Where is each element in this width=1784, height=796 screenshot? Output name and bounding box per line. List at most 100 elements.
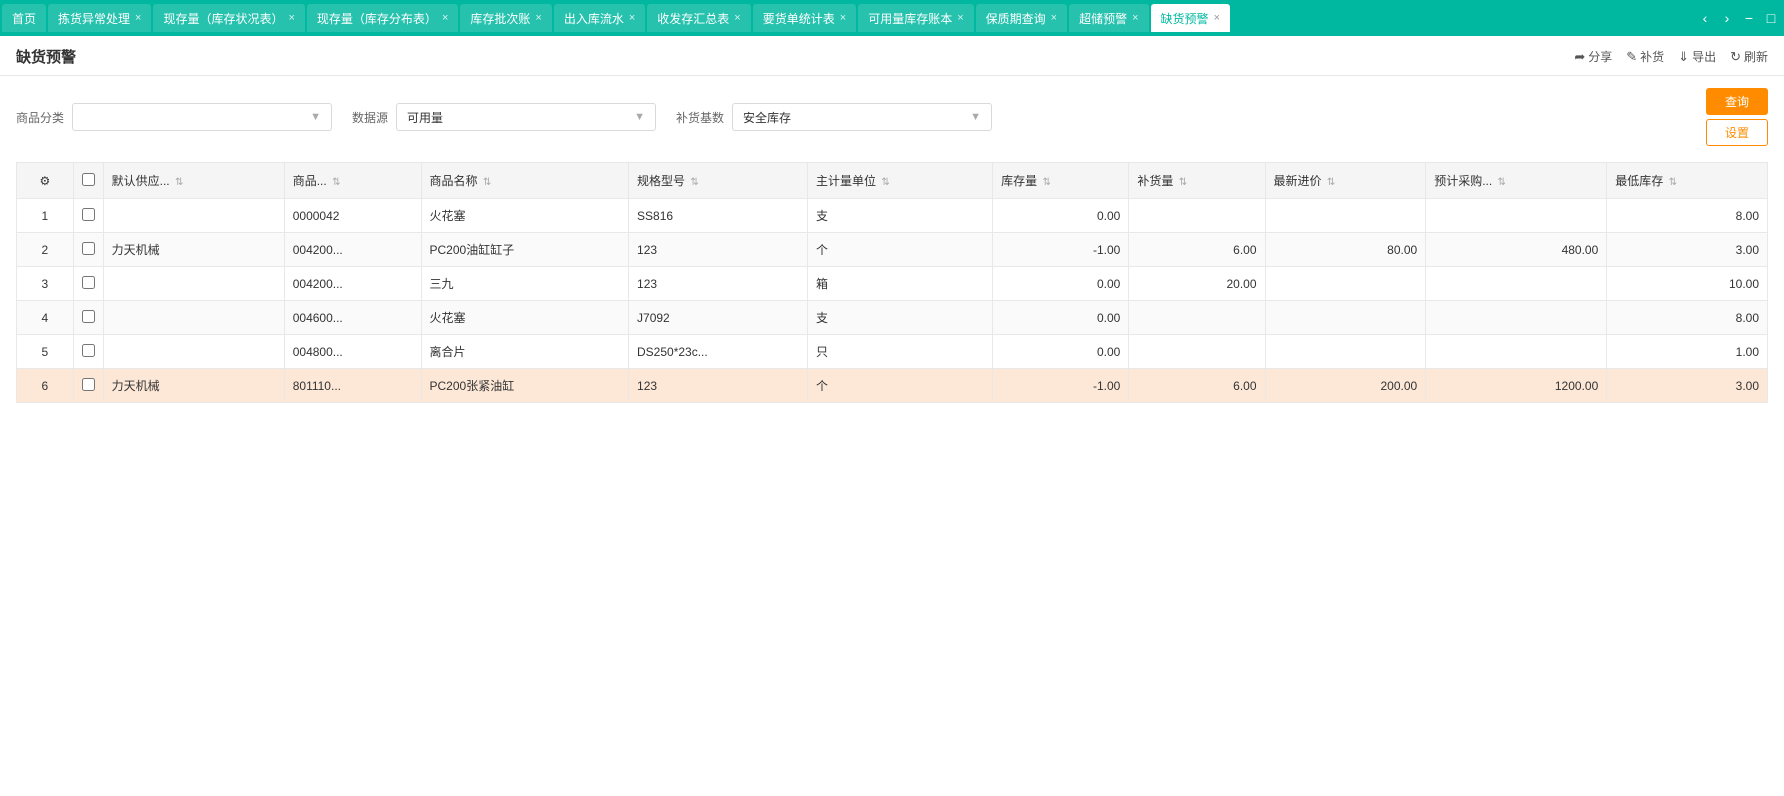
cell-checkbox-4[interactable] [73, 335, 103, 369]
cell-replenish-qty-2: 20.00 [1129, 267, 1265, 301]
cell-code-5: 801110... [284, 369, 421, 403]
replenish-base-filter-group: 补货基数 安全库存 ▼ [676, 103, 992, 131]
cell-replenish-qty-1: 6.00 [1129, 233, 1265, 267]
cell-checkbox-3[interactable] [73, 301, 103, 335]
row-checkbox-0[interactable] [82, 208, 95, 221]
cell-num-3: 4 [17, 301, 74, 335]
col-checkbox-header[interactable] [73, 163, 103, 199]
header-actions: ➦ 分享 ✎ 补货 ⇓ 导出 ↻ 刷新 [1574, 48, 1768, 65]
share-button[interactable]: ➦ 分享 [1574, 48, 1612, 65]
setting-button[interactable]: 设置 [1706, 119, 1768, 146]
tab-shortage-warn[interactable]: 缺货预警 × [1151, 4, 1230, 32]
cell-est-purchase-2 [1426, 267, 1607, 301]
tab-exception[interactable]: 拣货异常处理 × [48, 4, 151, 32]
cell-num-2: 3 [17, 267, 74, 301]
table-container: ⚙ 默认供应... ⇅ 商品... ⇅ 商品名称 ⇅ [0, 162, 1784, 403]
refresh-button[interactable]: ↻ 刷新 [1730, 48, 1768, 65]
tab-collect-summary[interactable]: 收发存汇总表 × [647, 4, 750, 32]
sort-est-purchase-icon: ⇅ [1498, 177, 1506, 188]
tab-inventory-dist[interactable]: 现存量（库存分布表） × [307, 4, 458, 32]
col-est-purchase[interactable]: 预计采购... ⇅ [1426, 163, 1607, 199]
cell-spec-2: 123 [629, 267, 808, 301]
cell-replenish-qty-5: 6.00 [1129, 369, 1265, 403]
close-tab-batch-account[interactable]: × [535, 12, 541, 24]
cell-stock-1: -1.00 [993, 233, 1129, 267]
tab-scroll-left[interactable]: ‹ [1694, 4, 1716, 32]
tab-inventory-status[interactable]: 现存量（库存状况表） × [153, 4, 304, 32]
select-all-checkbox[interactable] [82, 173, 95, 186]
sort-min-stock-icon: ⇅ [1669, 177, 1677, 188]
cell-min-stock-4: 1.00 [1607, 335, 1768, 369]
replenish-base-select[interactable]: 安全库存 ▼ [732, 103, 992, 131]
cell-spec-4: DS250*23c... [629, 335, 808, 369]
share-icon: ➦ [1574, 49, 1585, 65]
close-tab-expiry-query[interactable]: × [1051, 12, 1057, 24]
row-checkbox-3[interactable] [82, 310, 95, 323]
datasource-value: 可用量 [407, 109, 443, 126]
close-tab-inventory-dist[interactable]: × [442, 12, 448, 24]
query-button[interactable]: 查询 [1706, 88, 1768, 115]
filter-row-1: 商品分类 ▼ 数据源 可用量 ▼ 补货基数 安全库存 ▼ 查询 设置 [0, 76, 1784, 154]
cell-est-purchase-4 [1426, 335, 1607, 369]
row-checkbox-5[interactable] [82, 378, 95, 391]
datasource-arrow-icon: ▼ [634, 111, 645, 123]
cell-checkbox-1[interactable] [73, 233, 103, 267]
tab-minimize[interactable]: − [1738, 4, 1760, 32]
cell-replenish-qty-0 [1129, 199, 1265, 233]
col-product-name[interactable]: 商品名称 ⇅ [421, 163, 629, 199]
cell-supplier-0 [103, 199, 284, 233]
tab-maximize[interactable]: □ [1760, 4, 1782, 32]
cell-checkbox-0[interactable] [73, 199, 103, 233]
tab-scroll-right[interactable]: › [1716, 4, 1738, 32]
cell-min-stock-5: 3.00 [1607, 369, 1768, 403]
close-tab-overstock-warn[interactable]: × [1132, 12, 1138, 24]
category-arrow-icon: ▼ [310, 111, 321, 123]
col-unit[interactable]: 主计量单位 ⇅ [807, 163, 992, 199]
row-checkbox-4[interactable] [82, 344, 95, 357]
datasource-select[interactable]: 可用量 ▼ [396, 103, 656, 131]
export-button[interactable]: ⇓ 导出 [1678, 48, 1716, 65]
cell-checkbox-5[interactable] [73, 369, 103, 403]
close-tab-avail-ledger[interactable]: × [957, 12, 963, 24]
sort-default-supplier-icon: ⇅ [175, 177, 183, 188]
tab-batch-account[interactable]: 库存批次账 × [460, 4, 551, 32]
cell-name-3: 火花塞 [421, 301, 629, 335]
tab-home[interactable]: 首页 [2, 4, 46, 32]
close-tab-inventory-status[interactable]: × [288, 12, 294, 24]
cell-latest-price-3 [1265, 301, 1426, 335]
row-checkbox-1[interactable] [82, 242, 95, 255]
cell-name-0: 火花塞 [421, 199, 629, 233]
close-tab-shortage-warn[interactable]: × [1214, 12, 1220, 24]
row-checkbox-2[interactable] [82, 276, 95, 289]
tab-overstock-warn[interactable]: 超储预警 × [1069, 4, 1148, 32]
col-product-code[interactable]: 商品... ⇅ [284, 163, 421, 199]
table-row: 6力天机械801110...PC200张紧油缸123个-1.006.00200.… [17, 369, 1768, 403]
col-spec[interactable]: 规格型号 ⇅ [629, 163, 808, 199]
cell-replenish-qty-4 [1129, 335, 1265, 369]
tab-inout-flow[interactable]: 出入库流水 × [554, 4, 645, 32]
close-tab-requisition-stat[interactable]: × [840, 12, 846, 24]
col-replenish-qty[interactable]: 补货量 ⇅ [1129, 163, 1265, 199]
col-gear[interactable]: ⚙ [17, 163, 74, 199]
sort-unit-icon: ⇅ [881, 177, 889, 188]
tab-requisition-stat[interactable]: 要货单统计表 × [753, 4, 856, 32]
category-select[interactable]: ▼ [72, 103, 332, 131]
col-default-supplier[interactable]: 默认供应... ⇅ [103, 163, 284, 199]
close-tab-collect-summary[interactable]: × [734, 12, 740, 24]
close-tab-inout-flow[interactable]: × [629, 12, 635, 24]
cell-stock-2: 0.00 [993, 267, 1129, 301]
col-stock[interactable]: 库存量 ⇅ [993, 163, 1129, 199]
cell-num-4: 5 [17, 335, 74, 369]
cell-code-4: 004800... [284, 335, 421, 369]
cell-checkbox-2[interactable] [73, 267, 103, 301]
replenish-button[interactable]: ✎ 补货 [1626, 48, 1664, 65]
cell-unit-4: 只 [807, 335, 992, 369]
col-min-stock[interactable]: 最低库存 ⇅ [1607, 163, 1768, 199]
tab-expiry-query[interactable]: 保质期查询 × [976, 4, 1067, 32]
close-tab-exception[interactable]: × [135, 12, 141, 24]
cell-name-1: PC200油缸缸子 [421, 233, 629, 267]
tab-avail-ledger[interactable]: 可用量库存账本 × [858, 4, 973, 32]
col-latest-price[interactable]: 最新进价 ⇅ [1265, 163, 1426, 199]
cell-code-1: 004200... [284, 233, 421, 267]
table-header-row: ⚙ 默认供应... ⇅ 商品... ⇅ 商品名称 ⇅ [17, 163, 1768, 199]
